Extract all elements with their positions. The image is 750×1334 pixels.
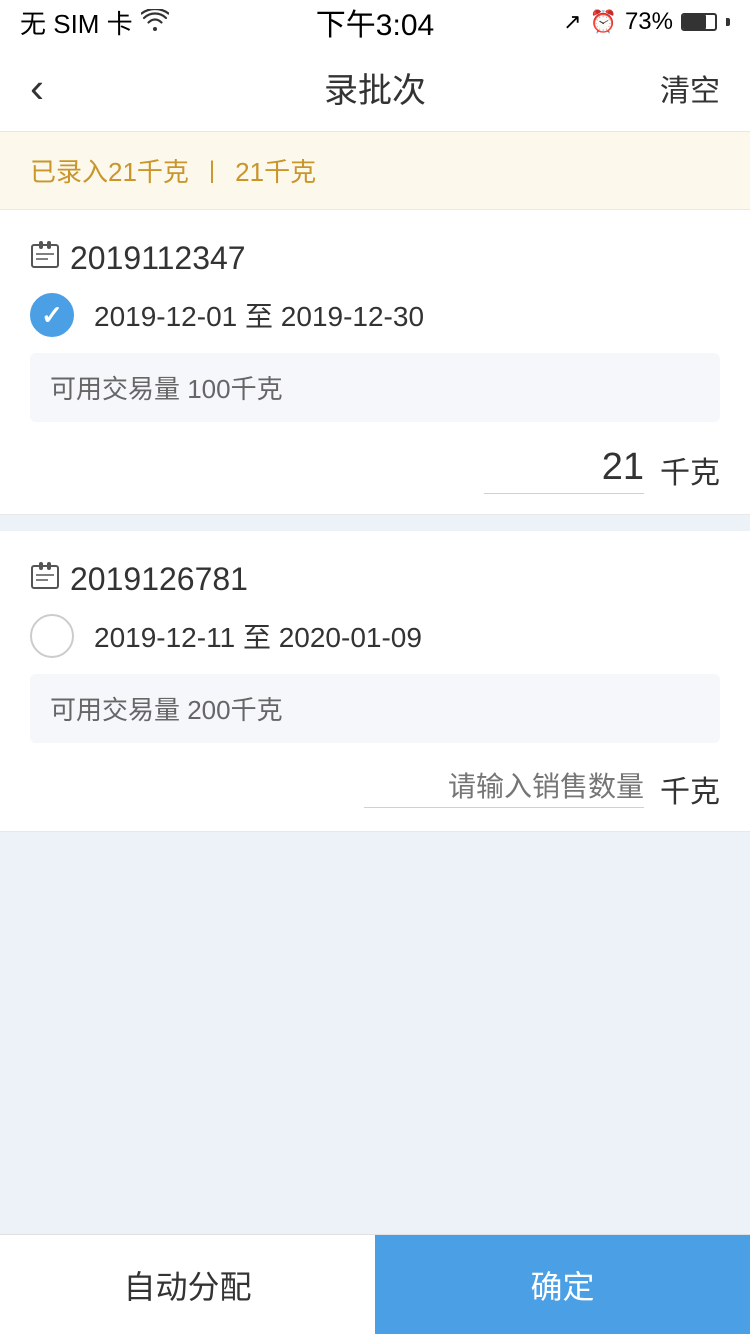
status-bar: 无 SIM 卡 下午3:04 ↗ ⏰ 73% [0,0,750,44]
back-button[interactable]: ‹ [30,64,44,112]
info-divider: | [209,157,215,185]
available-1: 可用交易量 100千克 [30,353,720,422]
alarm-icon: ⏰ [590,9,617,35]
available-2: 可用交易量 200千克 [30,674,720,743]
clear-button[interactable]: 清空 [660,66,720,110]
batch-icon-1 [30,241,60,277]
quantity-row-1: 千克 [30,422,720,514]
batch-header-2: 2019126781 [30,561,720,598]
unit-2: 千克 [660,767,720,811]
info-banner: 已录入21千克 | 21千克 [0,132,750,210]
status-left: 无 SIM 卡 [20,4,169,41]
auto-distribute-button[interactable]: 自动分配 [0,1235,375,1334]
batch-card-2: 2019126781 2019-12-11 至 2020-01-09 可用交易量… [0,531,750,831]
batch-checkbox-2[interactable] [30,614,74,658]
battery-percent: 73% [625,8,673,36]
batch-date-row-2: 2019-12-11 至 2020-01-09 [30,614,720,658]
batch-number-2: 2019126781 [70,561,248,598]
batch-header-1: 2019112347 [30,240,720,277]
batch-date-1: 2019-12-01 至 2019-12-30 [94,295,424,335]
total-label: 21千克 [235,152,316,189]
unit-1: 千克 [660,448,720,492]
empty-area [0,832,750,1272]
quantity-input-1[interactable] [484,446,644,494]
nav-bar: ‹ 录批次 清空 [0,44,750,132]
battery-icon [681,13,717,31]
wifi-icon [141,7,169,38]
recorded-label: 已录入21千克 [30,152,189,189]
batch-number-1: 2019112347 [70,240,246,277]
status-time: 下午3:04 [316,0,434,44]
status-right: ↗ ⏰ 73% [563,8,730,36]
batch-checkbox-1[interactable] [30,293,74,337]
quantity-input-2[interactable] [364,771,644,808]
location-icon: ↗ [563,9,581,35]
page-title: 录批次 [324,63,426,112]
confirm-button[interactable]: 确定 [375,1235,750,1334]
battery-tip [726,18,730,26]
section-divider [0,515,750,531]
batch-card-1: 2019112347 2019-12-01 至 2019-12-30 可用交易量… [0,210,750,514]
quantity-row-2: 千克 [30,743,720,831]
bottom-bar: 自动分配 确定 [0,1234,750,1334]
batch-date-row-1: 2019-12-01 至 2019-12-30 [30,293,720,337]
carrier-text: 无 SIM 卡 [20,4,133,41]
batch-date-2: 2019-12-11 至 2020-01-09 [94,616,422,656]
batch-icon-2 [30,562,60,598]
